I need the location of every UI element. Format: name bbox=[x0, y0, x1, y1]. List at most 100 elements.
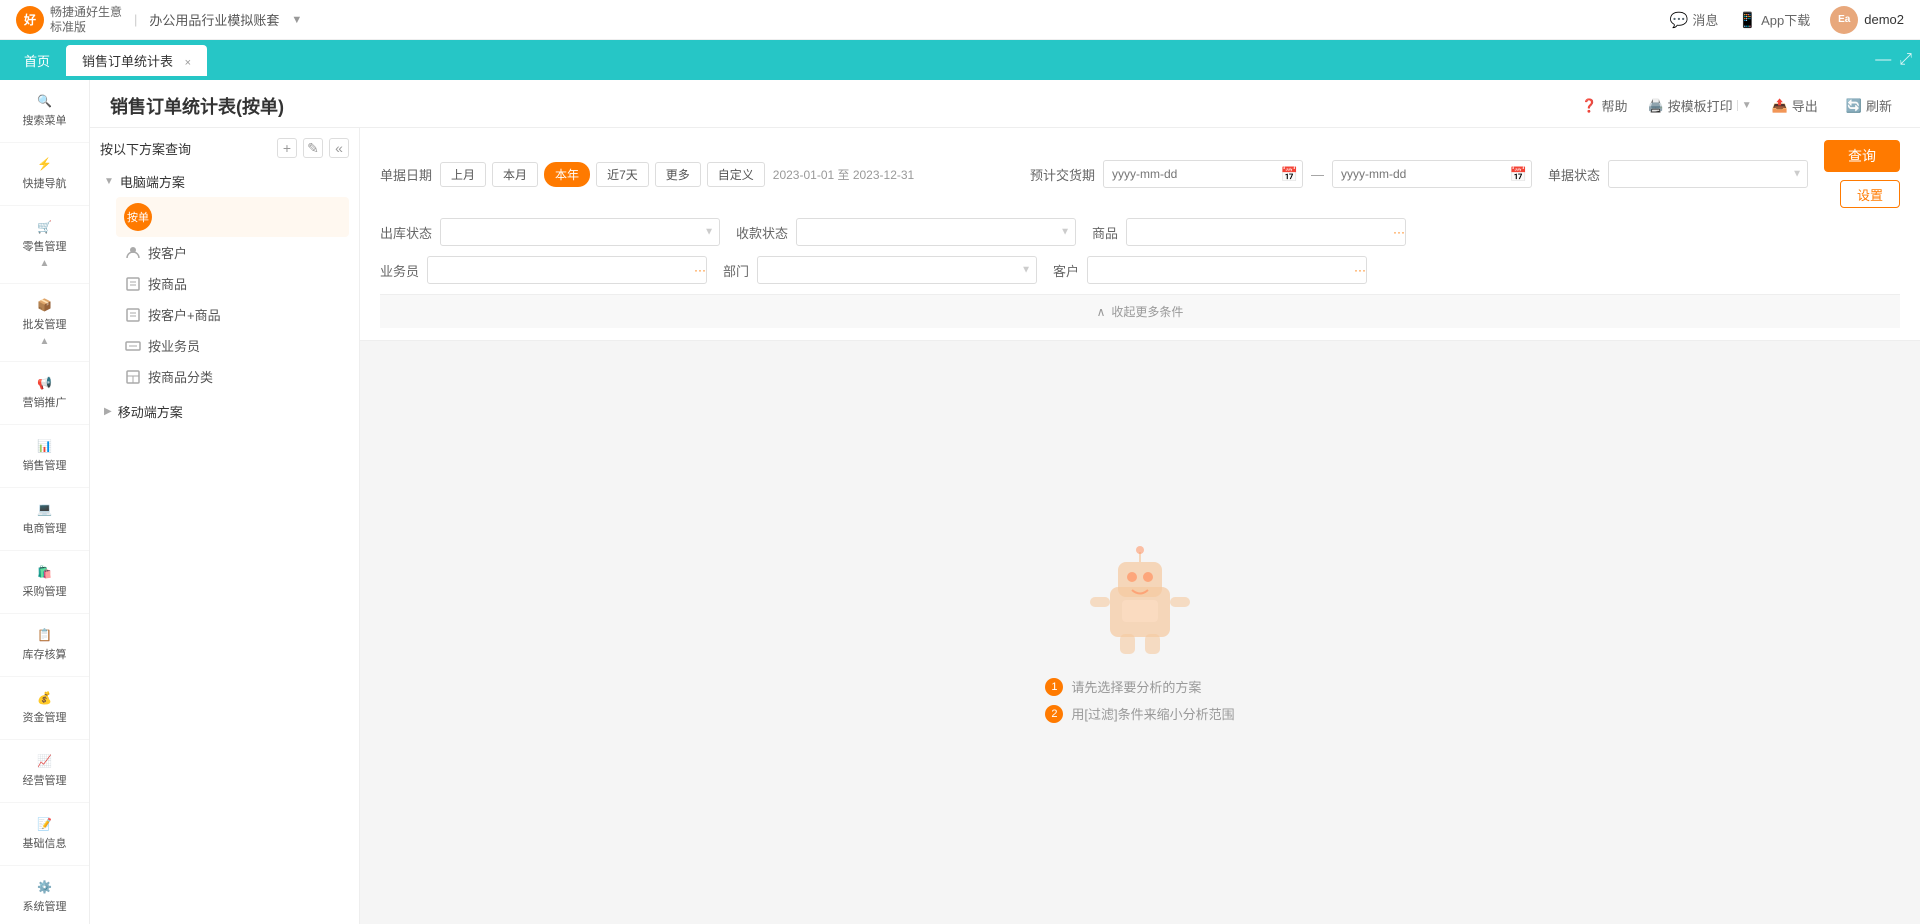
template-print-button[interactable]: 🖨️ 按模板打印 bbox=[1647, 92, 1732, 119]
tree-section-pc: ▼ 电脑端方案 按单 按客户 bbox=[100, 166, 349, 392]
filter-department-item: 部门 ▼ bbox=[723, 256, 1037, 284]
sales-icon: 📊 bbox=[37, 439, 52, 453]
top-bar: 好 畅捷通好生意 标准版 | 办公用品行业模拟账套 ▼ 💬 消息 📱 App下载… bbox=[0, 0, 1920, 40]
help-icon: ❓ bbox=[1581, 98, 1597, 114]
ecommerce-icon: 💻 bbox=[37, 502, 52, 516]
refresh-button[interactable]: 🔄 刷新 bbox=[1838, 92, 1900, 119]
sidebar-item-purchase[interactable]: 🛍️ 采购管理 bbox=[0, 551, 89, 614]
tree-parent-pc[interactable]: ▼ 电脑端方案 bbox=[100, 166, 349, 197]
message-action[interactable]: 💬 消息 bbox=[1670, 10, 1719, 29]
salesperson-more-icon[interactable]: ··· bbox=[694, 263, 706, 277]
status-select-wrapper: ▼ bbox=[1608, 160, 1808, 188]
retail-icon: 🛒 bbox=[37, 220, 52, 234]
tab-minimize-icon[interactable]: — bbox=[1875, 51, 1891, 69]
department-select[interactable] bbox=[757, 256, 1037, 284]
ship-status-select[interactable] bbox=[440, 218, 720, 246]
purchase-icon: 🛍️ bbox=[37, 565, 52, 579]
customer-input[interactable] bbox=[1088, 257, 1354, 283]
sidebar-item-retail[interactable]: 🛒 零售管理 ▲ bbox=[0, 206, 89, 284]
sidebar-item-finance[interactable]: 💰 资金管理 bbox=[0, 677, 89, 740]
user-area[interactable]: Ea demo2 bbox=[1830, 6, 1904, 34]
sidebar-item-search[interactable]: 🔍 搜索菜单 bbox=[0, 80, 89, 143]
date-btn-custom[interactable]: 自定义 bbox=[707, 162, 765, 187]
date-range-display: 2023-01-01 至 2023-12-31 bbox=[773, 166, 914, 183]
salesperson-input[interactable] bbox=[428, 257, 694, 283]
breadcrumb-dropdown-icon[interactable]: ▼ bbox=[291, 14, 302, 26]
goods-input-wrapper: ··· bbox=[1126, 218, 1406, 246]
add-scheme-button[interactable]: + bbox=[277, 138, 297, 158]
status-select[interactable] bbox=[1608, 160, 1808, 188]
filter-payment-status-item: 收款状态 ▼ bbox=[736, 218, 1076, 246]
date-btn-this-month[interactable]: 本月 bbox=[492, 162, 538, 187]
active-scheme-icon: 按单 bbox=[124, 203, 152, 231]
collapse-bar[interactable]: ∧ 收起更多条件 bbox=[380, 294, 1900, 328]
payment-status-select[interactable] bbox=[796, 218, 1076, 246]
customer-more-icon[interactable]: ··· bbox=[1354, 263, 1366, 277]
tree-item-by-product[interactable]: 按商品 bbox=[116, 268, 349, 299]
goods-more-icon[interactable]: ··· bbox=[1393, 225, 1405, 239]
split-layout: 按以下方案查询 + ✎ « bbox=[90, 128, 1920, 924]
date-buttons: 上月 本月 本年 近7天 更多 自定义 bbox=[440, 162, 765, 187]
collapse-panel-button[interactable]: « bbox=[329, 138, 349, 158]
message-icon: 💬 bbox=[1670, 11, 1689, 29]
expected-date-label: 预计交货期 bbox=[1030, 165, 1095, 184]
edit-scheme-button[interactable]: ✎ bbox=[303, 138, 323, 158]
sidebar-item-basic[interactable]: 📝 基础信息 bbox=[0, 803, 89, 866]
tree-item-by-customer[interactable]: 按客户 bbox=[116, 237, 349, 268]
settings-button[interactable]: 设置 bbox=[1840, 180, 1900, 208]
export-button[interactable]: 📤 导出 bbox=[1764, 92, 1826, 119]
customer-scheme-icon bbox=[124, 244, 142, 262]
tab-maximize-icon[interactable]: ⤢ bbox=[1899, 51, 1912, 69]
expected-date-to-input[interactable] bbox=[1333, 161, 1506, 187]
expected-date-from-input[interactable] bbox=[1104, 161, 1277, 187]
sidebar-item-system[interactable]: ⚙️ 系统管理 bbox=[0, 866, 89, 924]
top-bar-right: 💬 消息 📱 App下载 Ea demo2 bbox=[1670, 6, 1904, 34]
query-button[interactable]: 查询 bbox=[1824, 140, 1900, 172]
expected-date-from-wrapper: 📅 bbox=[1103, 160, 1303, 188]
tab-bar: 首页 销售订单统计表 × — ⤢ bbox=[0, 40, 1920, 80]
sidebar-item-sales[interactable]: 📊 销售管理 bbox=[0, 425, 89, 488]
print-dropdown-button[interactable]: ▼ bbox=[1737, 100, 1752, 111]
customer-label: 客户 bbox=[1053, 261, 1079, 280]
sidebar-item-ecommerce[interactable]: 💻 电商管理 bbox=[0, 488, 89, 551]
date-btn-more[interactable]: 更多 bbox=[655, 162, 701, 187]
tab-active[interactable]: 销售订单统计表 × bbox=[66, 45, 207, 76]
sidebar-item-quick-nav[interactable]: ⚡ 快捷导航 bbox=[0, 143, 89, 206]
tree-parent-mobile[interactable]: ▶ 移动端方案 bbox=[100, 396, 349, 427]
sidebar-item-wholesale[interactable]: 📦 批发管理 ▲ bbox=[0, 284, 89, 362]
filter-expected-date-item: 预计交货期 📅 — 📅 bbox=[1030, 160, 1532, 188]
customer-product-scheme-icon bbox=[124, 306, 142, 324]
empty-hint-2: 2 用[过滤]条件来缩小分析范围 bbox=[1045, 704, 1234, 723]
tree-item-by-category[interactable]: 按商品分类 bbox=[116, 361, 349, 392]
payment-status-label: 收款状态 bbox=[736, 223, 788, 242]
goods-input[interactable] bbox=[1127, 219, 1393, 245]
empty-hint-1: 1 请先选择要分析的方案 bbox=[1045, 677, 1234, 696]
salesperson-scheme-icon bbox=[124, 337, 142, 355]
filter-row-1: 单据日期 上月 本月 本年 近7天 更多 自定义 2023-01-01 至 20… bbox=[380, 140, 1900, 208]
empty-illustration bbox=[1080, 542, 1200, 665]
breadcrumb-title: 办公用品行业模拟账套 bbox=[149, 10, 279, 29]
tree-item-by-salesperson[interactable]: 按业务员 bbox=[116, 330, 349, 361]
tree-section-mobile: ▶ 移动端方案 bbox=[100, 396, 349, 427]
help-button[interactable]: ❓ 帮助 bbox=[1573, 92, 1635, 119]
print-icon: 🖨️ bbox=[1647, 98, 1663, 114]
department-select-wrapper: ▼ bbox=[757, 256, 1037, 284]
empty-hints: 1 请先选择要分析的方案 2 用[过滤]条件来缩小分析范围 bbox=[1045, 677, 1234, 723]
date-btn-last-month[interactable]: 上月 bbox=[440, 162, 486, 187]
date-btn-this-year[interactable]: 本年 bbox=[544, 162, 590, 187]
date-btn-7days[interactable]: 近7天 bbox=[596, 162, 649, 187]
panel-header: 按以下方案查询 + ✎ « bbox=[100, 138, 349, 158]
payment-status-select-wrapper: ▼ bbox=[796, 218, 1076, 246]
app-download-action[interactable]: 📱 App下载 bbox=[1738, 10, 1810, 29]
sidebar-item-operations[interactable]: 📈 经营管理 bbox=[0, 740, 89, 803]
tab-close-icon[interactable]: × bbox=[185, 57, 191, 69]
tree-item-by-customer-product[interactable]: 按客户+商品 bbox=[116, 299, 349, 330]
tree-item-by-order[interactable]: 按单 bbox=[116, 197, 349, 237]
page-title: 销售订单统计表(按单) bbox=[110, 93, 284, 119]
tab-home[interactable]: 首页 bbox=[8, 45, 66, 76]
inventory-icon: 📋 bbox=[37, 628, 52, 642]
operations-icon: 📈 bbox=[37, 754, 52, 768]
sidebar-item-inventory[interactable]: 📋 库存核算 bbox=[0, 614, 89, 677]
tree-collapsed-icon: ▶ bbox=[104, 406, 112, 417]
sidebar-item-marketing[interactable]: 📢 营销推广 bbox=[0, 362, 89, 425]
